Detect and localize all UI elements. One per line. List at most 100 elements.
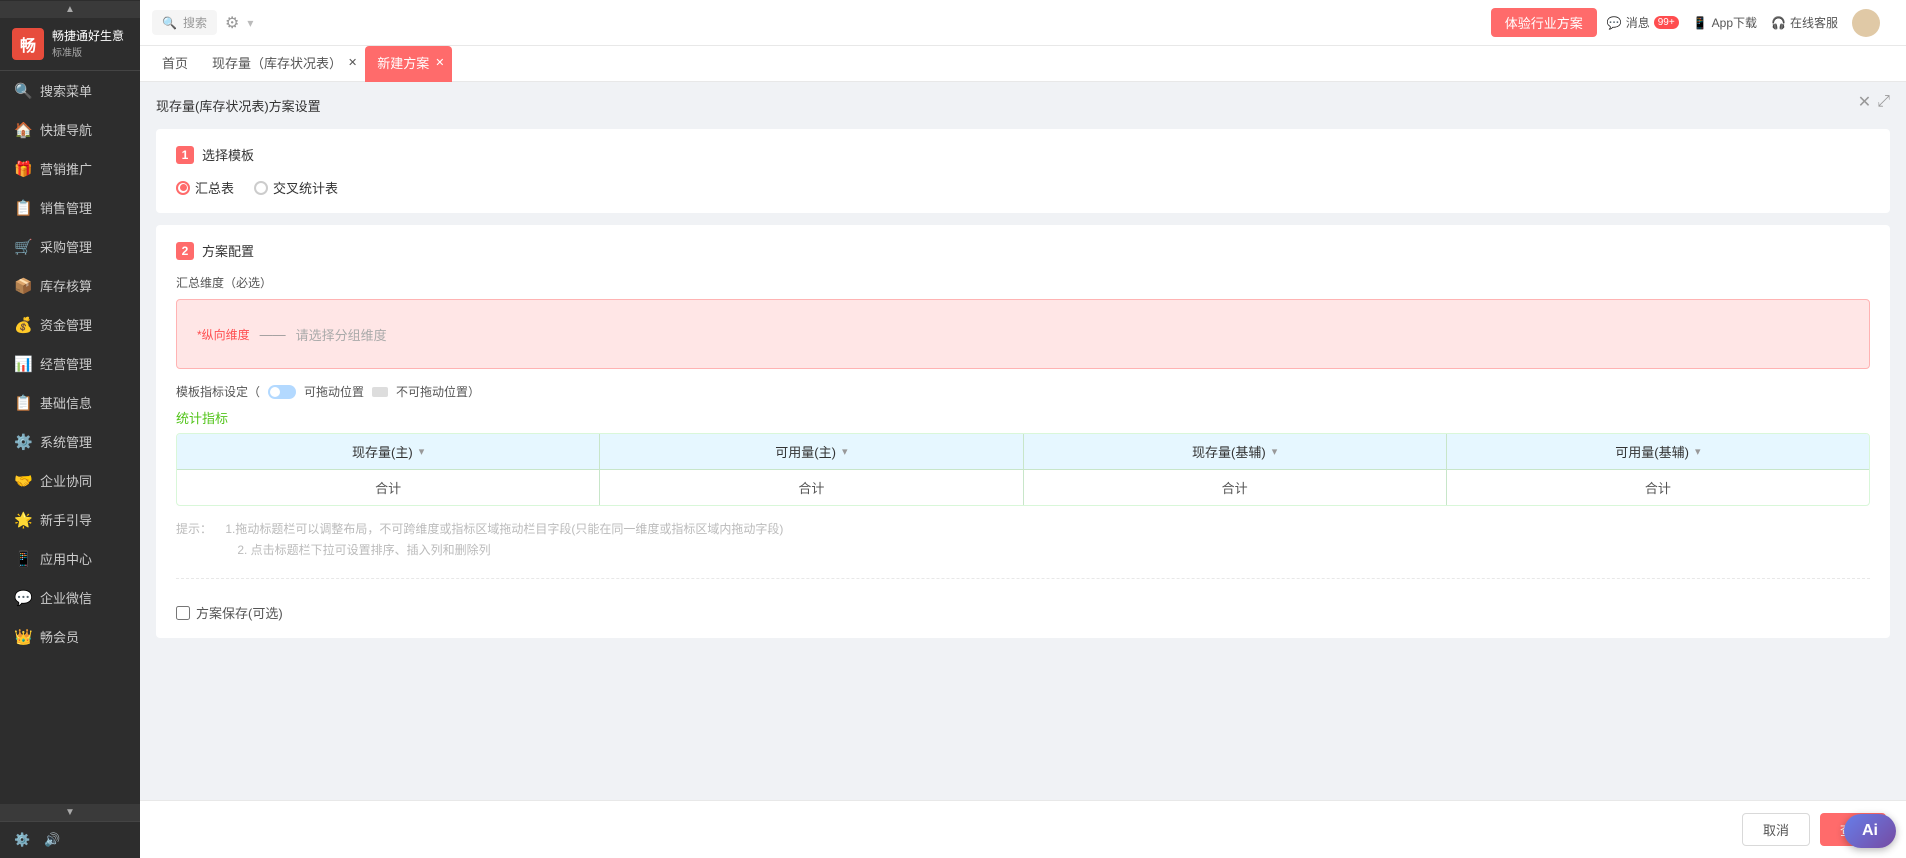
search-icon: 🔍 — [162, 16, 177, 30]
panel-controls: ✕ ⤢ — [1858, 92, 1890, 112]
radio-crosstab-indicator — [254, 181, 268, 195]
sidebar-item-finance[interactable]: 💰 资金管理 — [0, 305, 140, 344]
main-area: 🔍 搜索 ⚙ ▾ 体验行业方案 💬 消息 99+ 📱 App下载 🎧 在线客服 — [140, 0, 1906, 858]
stats-cell-3: 合计 — [1024, 469, 1447, 505]
sidebar-item-system[interactable]: ⚙️ 系统管理 — [0, 422, 140, 461]
app-edition: 标准版 — [52, 44, 124, 59]
sidebar-item-shortcut[interactable]: 🏠 快捷导航 — [0, 110, 140, 149]
sidebar-item-newbie[interactable]: 🌟 新手引导 — [0, 500, 140, 539]
col2-chevron: ▾ — [842, 445, 848, 458]
app-download-btn[interactable]: 📱 App下载 — [1693, 14, 1757, 31]
sidebar-item-inventory[interactable]: 📦 库存核算 — [0, 266, 140, 305]
page-title: 现存量(库存状况表)方案设置 — [156, 96, 1890, 115]
ai-bubble[interactable]: Ai — [1844, 814, 1896, 848]
wechat-icon: 💬 — [14, 589, 32, 607]
sales-icon: 📋 — [14, 199, 32, 217]
sidebar-item-search[interactable]: 🔍 搜索菜单 — [0, 71, 140, 110]
sidebar: ▲ 畅 畅捷通好生意 标准版 🔍 搜索菜单 🏠 快捷导航 🎁 营销推广 📋 销售… — [0, 0, 140, 858]
sidebar-item-appstore[interactable]: 📱 应用中心 — [0, 539, 140, 578]
tip-2-text: 2. 点击标题栏下拉可设置排序、插入列和删除列 — [237, 543, 490, 557]
topbar: 🔍 搜索 ⚙ ▾ 体验行业方案 💬 消息 99+ 📱 App下载 🎧 在线客服 — [140, 0, 1906, 46]
stats-cell-1: 合计 — [177, 469, 600, 505]
sidebar-item-label: 基础信息 — [40, 393, 92, 412]
topbar-search-area[interactable]: 🔍 搜索 — [152, 10, 217, 35]
sidebar-scroll-down[interactable]: ▼ — [0, 804, 140, 821]
tab-inventory-close[interactable]: ✕ — [348, 56, 357, 69]
search-icon: 🔍 — [14, 82, 32, 100]
cancel-button[interactable]: 取消 — [1742, 813, 1810, 846]
customer-service-btn[interactable]: 🎧 在线客服 — [1771, 14, 1838, 31]
save-option[interactable]: 方案保存(可选) — [176, 603, 1870, 622]
stats-col-3[interactable]: 现存量(基辅) ▾ — [1024, 434, 1447, 469]
tip-2: 2. 点击标题栏下拉可设置排序、插入列和删除列 — [176, 541, 1870, 558]
tab-home[interactable]: 首页 — [150, 46, 200, 82]
sidebar-item-label: 系统管理 — [40, 432, 92, 451]
sidebar-item-vip[interactable]: 👑 畅会员 — [0, 617, 140, 656]
stats-col-1[interactable]: 现存量(主) ▾ — [177, 434, 600, 469]
sidebar-item-label: 搜索菜单 — [40, 81, 92, 100]
sidebar-item-wechat[interactable]: 💬 企业微信 — [0, 578, 140, 617]
col3-label: 现存量(基辅) — [1192, 442, 1266, 461]
save-checkbox[interactable] — [176, 606, 190, 620]
settings-icon[interactable]: ⚙️ — [14, 832, 30, 848]
sidebar-item-sales[interactable]: 📋 销售管理 — [0, 188, 140, 227]
sidebar-item-label: 企业微信 — [40, 588, 92, 607]
close-panel-btn[interactable]: ✕ — [1858, 92, 1871, 112]
stats-col-4[interactable]: 可用量(基辅) ▾ — [1447, 434, 1869, 469]
sidebar-item-business[interactable]: 📊 经营管理 — [0, 344, 140, 383]
dimension-box[interactable]: *纵向维度 —— 请选择分组维度 — [176, 299, 1870, 369]
metrics-config: 模板指标设定（ 可拖动位置 不可拖动位置） 统计指标 现存量(主) ▾ — [176, 383, 1870, 558]
drag-label: 可拖动位置 — [304, 383, 364, 400]
stats-col-2[interactable]: 可用量(主) ▾ — [600, 434, 1023, 469]
sidebar-item-basic[interactable]: 📋 基础信息 — [0, 383, 140, 422]
app-logo-icon: 畅 — [12, 28, 44, 60]
step2-card: 2 方案配置 汇总维度（必选） *纵向维度 —— 请选择分组维度 模板指标设定（… — [156, 225, 1890, 638]
metrics-label-text: 模板指标设定（ — [176, 383, 260, 400]
sidebar-scroll-up[interactable]: ▲ — [0, 1, 140, 18]
col4-chevron: ▾ — [1695, 445, 1701, 458]
business-icon: 📊 — [14, 355, 32, 373]
radio-summary[interactable]: 汇总表 — [176, 178, 234, 197]
message-label: 消息 — [1626, 14, 1650, 31]
stats-table-body: 合计 合计 合计 合计 — [177, 469, 1869, 505]
sidebar-item-purchase[interactable]: 🛒 采购管理 — [0, 227, 140, 266]
radio-summary-label: 汇总表 — [195, 178, 234, 197]
basic-icon: 📋 — [14, 394, 32, 412]
save-option-label: 方案保存(可选) — [196, 603, 283, 622]
sidebar-nav: 🔍 搜索菜单 🏠 快捷导航 🎁 营销推广 📋 销售管理 🛒 采购管理 📦 库存核… — [0, 71, 140, 804]
message-btn[interactable]: 💬 消息 99+ — [1607, 14, 1679, 31]
sidebar-item-marketing[interactable]: 🎁 营销推广 — [0, 149, 140, 188]
sidebar-logo: 畅 畅捷通好生意 标准版 — [0, 18, 140, 71]
tip-1: 提示： 1.拖动标题栏可以调整布局，不可跨维度或指标区域拖动栏目字段(只能在同一… — [176, 520, 1870, 537]
message-icon: 💬 — [1607, 16, 1622, 30]
finance-icon: 💰 — [14, 316, 32, 334]
radio-summary-indicator — [176, 181, 190, 195]
dim-placeholder: 请选择分组维度 — [296, 325, 387, 344]
gear-icon[interactable]: ⚙ — [225, 13, 239, 33]
sidebar-item-enterprise[interactable]: 🤝 企业协同 — [0, 461, 140, 500]
expand-panel-btn[interactable]: ⤢ — [1877, 92, 1890, 112]
experience-btn[interactable]: 体验行业方案 — [1491, 8, 1597, 37]
col4-label: 可用量(基辅) — [1615, 442, 1689, 461]
radio-crosstab[interactable]: 交叉统计表 — [254, 178, 338, 197]
gift-icon: 🎁 — [14, 160, 32, 178]
stats-cell-2: 合计 — [600, 469, 1023, 505]
col3-chevron: ▾ — [1272, 445, 1278, 458]
sidebar-item-label: 销售管理 — [40, 198, 92, 217]
speaker-icon[interactable]: 🔊 — [44, 832, 60, 848]
customer-service-label: 在线客服 — [1790, 14, 1838, 31]
tab-inventory-status[interactable]: 现存量（库存状况表） ✕ — [200, 46, 365, 82]
sidebar-item-label: 畅会员 — [40, 627, 79, 646]
tab-inventory-label: 现存量（库存状况表） — [212, 53, 342, 72]
enterprise-icon: 🤝 — [14, 472, 32, 490]
tab-new-plan-close[interactable]: ✕ — [435, 56, 444, 69]
sidebar-item-label: 经营管理 — [40, 354, 92, 373]
step2-title: 方案配置 — [202, 241, 254, 260]
template-options: 汇总表 交叉统计表 — [176, 178, 1870, 197]
message-badge: 99+ — [1654, 16, 1679, 29]
stats-cell-4: 合计 — [1447, 469, 1869, 505]
purchase-icon: 🛒 — [14, 238, 32, 256]
ai-label: Ai — [1862, 822, 1878, 839]
tab-new-plan[interactable]: 新建方案 ✕ — [365, 46, 452, 82]
step2-header: 2 方案配置 — [176, 241, 1870, 260]
